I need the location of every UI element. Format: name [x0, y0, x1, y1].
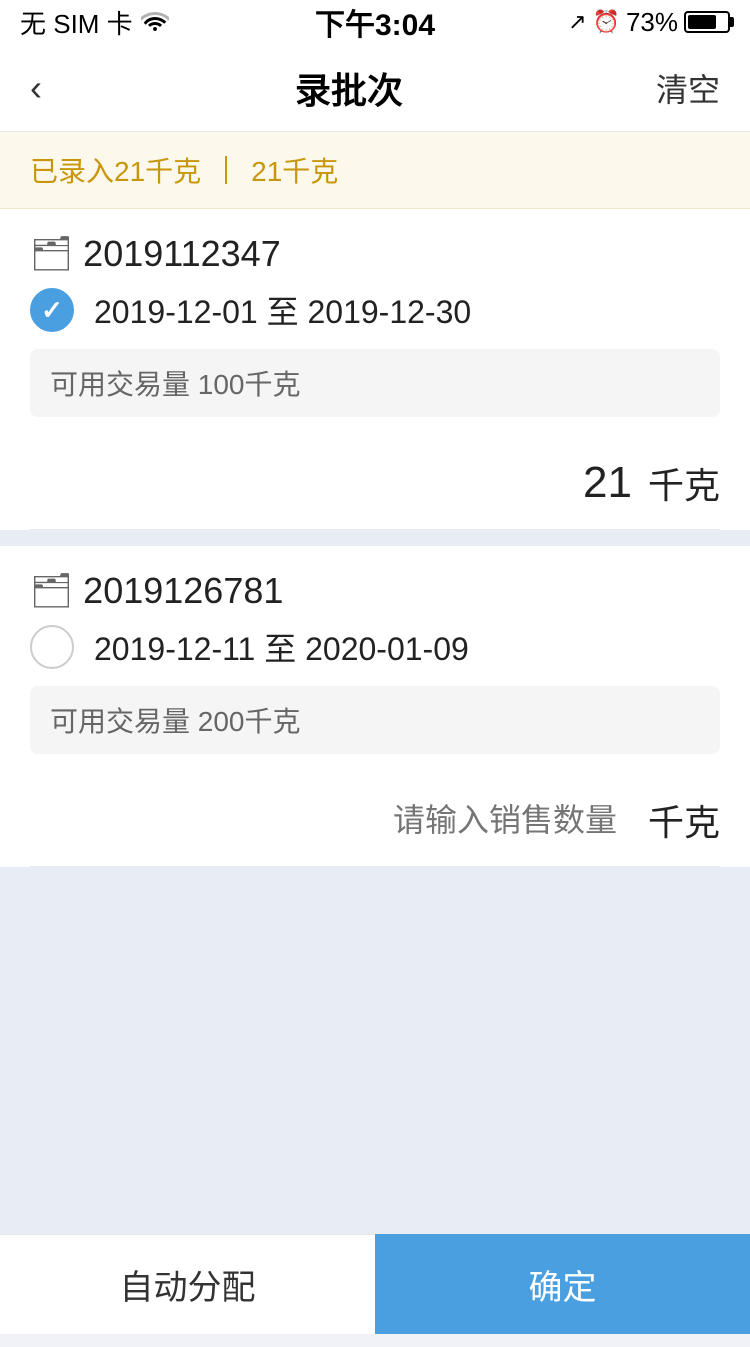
nav-bar: ‹ 录批次 清空	[0, 44, 750, 132]
batch-date-1: 2019-12-01 至 2019-12-30	[94, 287, 471, 333]
status-left: 无 SIM 卡	[20, 4, 169, 41]
batch-header-1: 🗂 2019112347	[30, 233, 720, 275]
quantity-row-1: 21 千克	[30, 437, 720, 530]
batch-date-2: 2019-12-11 至 2020-01-09	[94, 624, 469, 670]
sales-unit-2: 千克	[648, 794, 720, 846]
battery-percent: 73%	[626, 7, 678, 38]
back-button[interactable]: ‹	[30, 67, 42, 109]
batch-number-1: 2019112347	[83, 233, 281, 275]
batch-header-2: 🗂 2019126781	[30, 570, 720, 612]
confirm-button[interactable]: 确定	[375, 1234, 750, 1334]
quantity-value-1: 21	[583, 458, 632, 508]
wifi-icon	[141, 7, 169, 38]
battery-icon	[684, 11, 730, 33]
batch-doc-icon-2: 🗂	[30, 571, 73, 611]
recorded-info-value: 21千克	[251, 150, 338, 190]
status-time: 下午3:04	[315, 0, 435, 44]
batch-number-2: 2019126781	[83, 570, 283, 612]
quantity-unit-1: 千克	[648, 457, 720, 509]
batch-date-row-2: 2019-12-11 至 2020-01-09	[30, 624, 720, 670]
status-right: ↗ ⏰ 73%	[568, 7, 730, 38]
sales-quantity-input-2[interactable]	[332, 802, 632, 839]
content-wrapper: 🗂 2019112347 2019-12-01 至 2019-12-30 可用交…	[0, 209, 750, 1347]
alarm-icon: ⏰	[593, 9, 620, 35]
batch-item-2: 🗂 2019126781 2019-12-11 至 2020-01-09 可用交…	[0, 546, 750, 867]
batch-radio-2[interactable]	[30, 625, 74, 669]
input-row-2: 千克	[30, 774, 720, 867]
batch-date-row-1: 2019-12-01 至 2019-12-30	[30, 287, 720, 333]
recorded-info-label: 已录入21千克	[30, 150, 201, 190]
clear-button[interactable]: 清空	[656, 65, 720, 111]
info-divider	[225, 156, 227, 184]
page-title: 录批次	[295, 62, 403, 114]
info-bar: 已录入21千克 21千克	[0, 132, 750, 209]
status-bar: 无 SIM 卡 下午3:04 ↗ ⏰ 73%	[0, 0, 750, 44]
available-qty-1: 可用交易量 100千克	[30, 349, 720, 417]
carrier-label: 无 SIM 卡	[20, 4, 133, 41]
footer: 自动分配 确定	[0, 1234, 750, 1334]
batch-item-1: 🗂 2019112347 2019-12-01 至 2019-12-30 可用交…	[0, 209, 750, 530]
section-divider-1	[0, 530, 750, 546]
auto-distribute-button[interactable]: 自动分配	[0, 1234, 375, 1334]
available-qty-2: 可用交易量 200千克	[30, 686, 720, 754]
location-icon: ↗	[568, 9, 586, 35]
batch-radio-1[interactable]	[30, 288, 74, 332]
batch-doc-icon-1: 🗂	[30, 234, 73, 274]
bottom-empty-area	[0, 867, 750, 1247]
